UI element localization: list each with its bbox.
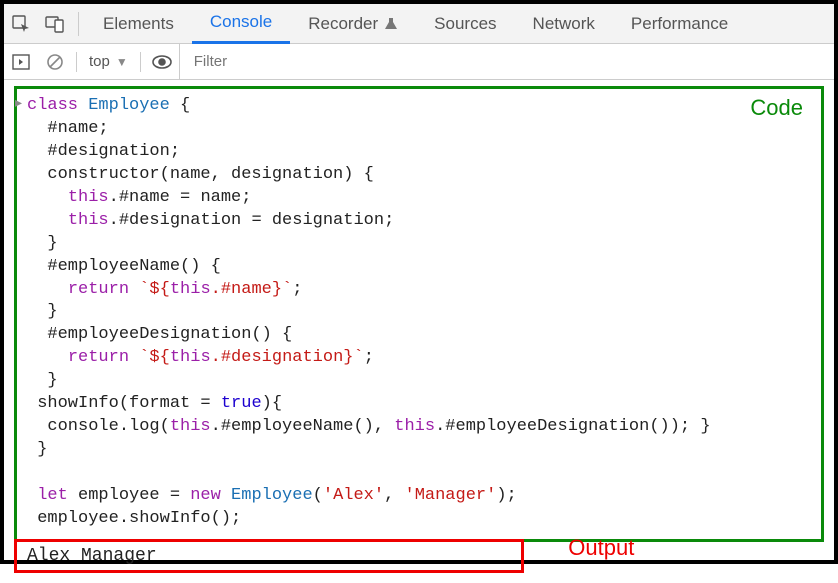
separator [78,12,79,36]
output-annotation-label: Output [568,535,634,561]
code-input-block[interactable]: ▸ Code class Employee { #name; #designat… [14,86,824,542]
beta-badge-icon [384,17,398,31]
tab-recorder[interactable]: Recorder [290,4,416,44]
tab-performance[interactable]: Performance [613,4,746,44]
context-label: top [89,53,110,70]
toggle-sidebar-icon[interactable] [4,44,38,80]
devtools-tabs: Elements Console Recorder Sources Network Per… [4,4,834,44]
tab-network[interactable]: Network [515,4,613,44]
tab-label: Sources [434,14,496,34]
filter-wrap [179,44,834,80]
expand-icon[interactable]: ▸ [15,95,22,114]
tab-sources[interactable]: Sources [416,4,514,44]
device-toggle-icon[interactable] [38,4,72,44]
tab-label: Elements [103,14,174,34]
tab-label: Performance [631,14,728,34]
output-text: Alex Manager [27,546,157,566]
code-annotation-label: Code [750,93,803,123]
separator [140,52,141,72]
chevron-down-icon: ▼ [116,55,128,69]
separator [76,52,77,72]
console-toolbar: top ▼ [4,44,834,80]
code-content: class Employee { #name; #designation; co… [27,95,811,531]
live-expression-icon[interactable] [145,44,179,80]
tab-label: Console [210,12,272,32]
inspect-icon[interactable] [4,4,38,44]
tab-label: Recorder [308,14,378,34]
clear-console-icon[interactable] [38,44,72,80]
console-body: ▸ Code class Employee { #name; #designat… [4,80,834,583]
tab-elements[interactable]: Elements [85,4,192,44]
console-output-block: Alex Manager [14,539,524,573]
context-selector[interactable]: top ▼ [81,53,136,70]
tab-label: Network [533,14,595,34]
filter-input[interactable] [186,49,834,74]
tab-console[interactable]: Console [192,4,290,44]
